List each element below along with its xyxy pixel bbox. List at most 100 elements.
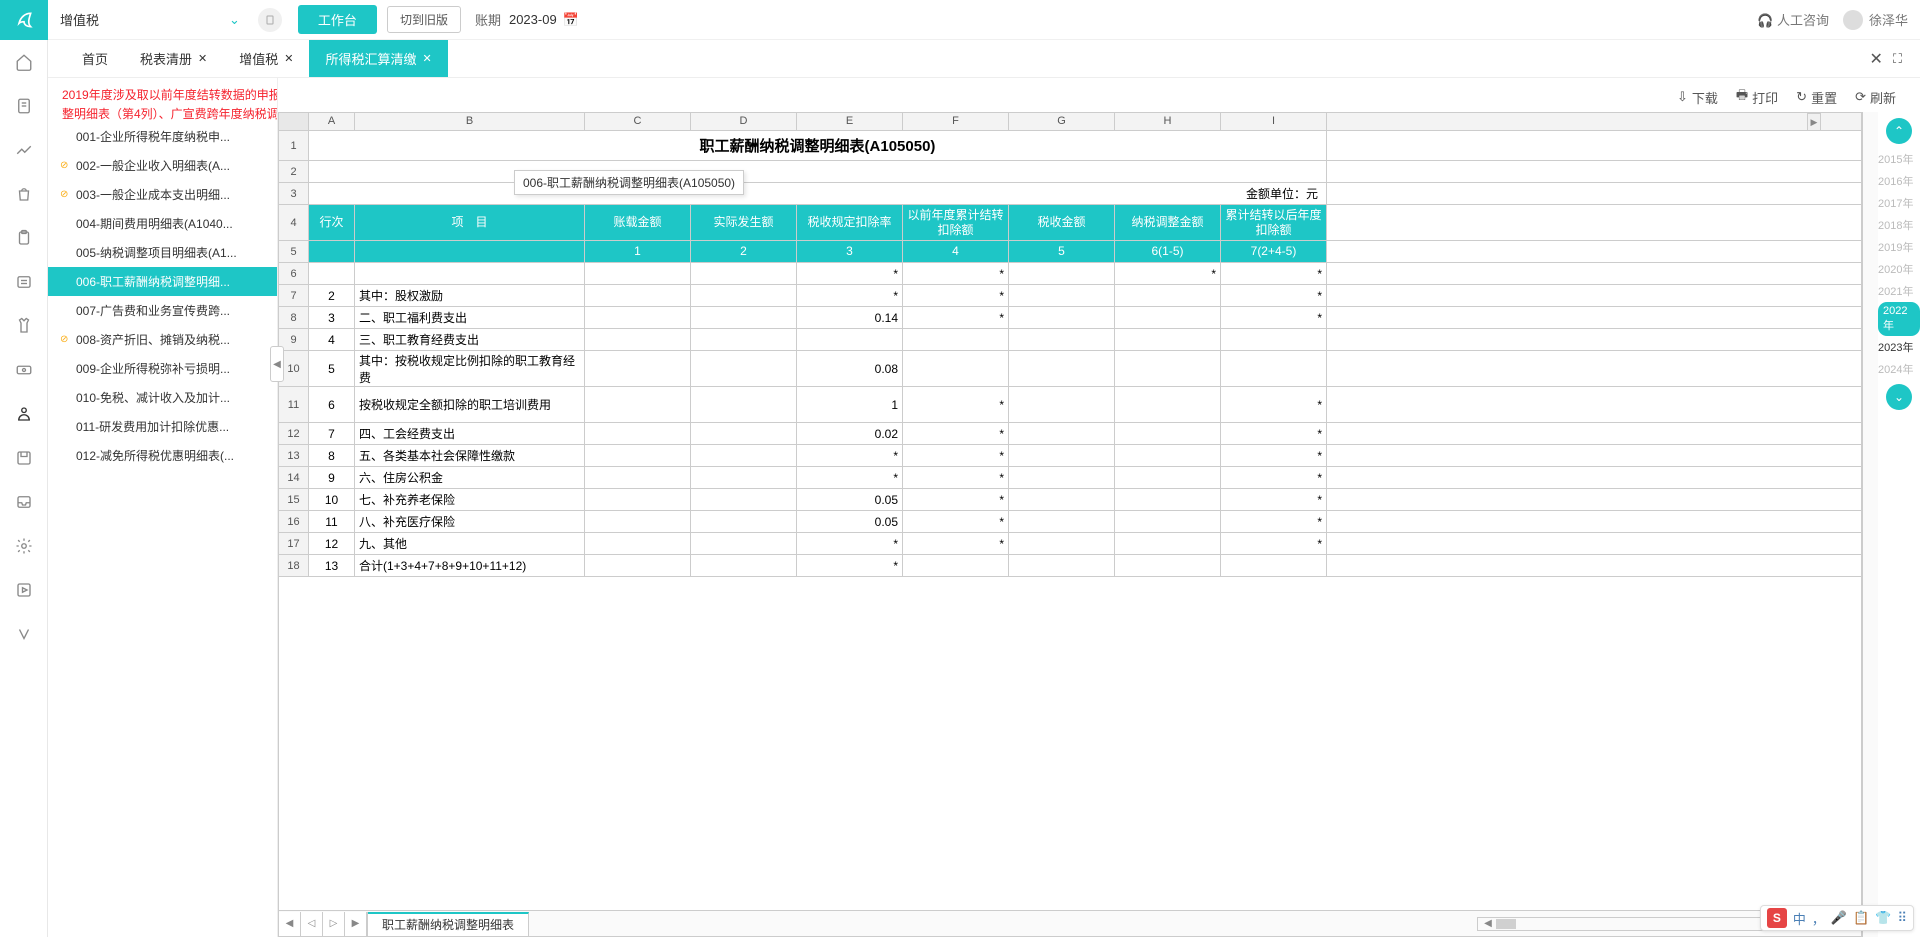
ime-toolbar[interactable]: S 中 ， 🎤 📋 👕 ⠿ (1760, 905, 1914, 931)
ime-mic-icon[interactable]: 🎤 (1831, 910, 1847, 926)
data-cell[interactable]: * (1221, 511, 1327, 532)
data-cell[interactable]: 0.08 (797, 351, 903, 386)
old-version-button[interactable]: 切到旧版 (387, 6, 461, 33)
scroll-left-icon[interactable]: ◀ (1480, 918, 1496, 929)
data-cell[interactable]: * (903, 533, 1009, 554)
col-header-b[interactable]: B (355, 113, 585, 130)
data-cell[interactable] (1115, 329, 1221, 350)
year-item[interactable]: 2023年 (1878, 336, 1920, 358)
nav-doc[interactable] (0, 84, 48, 128)
nav-save[interactable] (0, 436, 48, 480)
data-cell[interactable] (1009, 387, 1115, 422)
row-index[interactable]: 5 (309, 351, 355, 386)
nav-cash[interactable] (0, 348, 48, 392)
row-number[interactable]: 6 (279, 263, 309, 284)
data-cell[interactable] (1009, 263, 1115, 284)
nav-chart[interactable] (0, 128, 48, 172)
tab-所得税汇算清缴[interactable]: 所得税汇算清缴✕ (309, 40, 447, 77)
data-cell[interactable] (691, 467, 797, 488)
round-doc-icon[interactable] (258, 8, 282, 32)
row-number[interactable]: 4 (279, 205, 309, 240)
data-cell[interactable] (1115, 489, 1221, 510)
row-number[interactable]: 8 (279, 307, 309, 328)
col-header-c[interactable]: C (585, 113, 691, 130)
data-cell[interactable]: * (1221, 307, 1327, 328)
data-cell[interactable]: * (903, 263, 1009, 284)
data-cell[interactable] (903, 351, 1009, 386)
data-cell[interactable]: * (797, 263, 903, 284)
data-cell[interactable] (1009, 329, 1115, 350)
data-cell[interactable] (585, 467, 691, 488)
row-item[interactable]: 三、职工教育经费支出 (355, 329, 585, 350)
category-dropdown[interactable]: 增值税 ⌄ (60, 10, 240, 29)
refresh-button[interactable]: ⟳刷新 (1855, 88, 1896, 107)
form-item[interactable]: ⊘008-资产折旧、摊销及纳税... (48, 325, 277, 354)
row-number[interactable]: 15 (279, 489, 309, 510)
row-index[interactable]: 10 (309, 489, 355, 510)
year-item[interactable]: 2020年 (1878, 258, 1920, 280)
row-item[interactable]: 按税收规定全额扣除的职工培训费用 (355, 387, 585, 422)
col-header-h[interactable]: H (1115, 113, 1221, 130)
data-cell[interactable] (691, 387, 797, 422)
data-cell[interactable]: * (797, 555, 903, 576)
data-cell[interactable] (1115, 285, 1221, 306)
row-number[interactable]: 17 (279, 533, 309, 554)
collapse-sidebar-handle[interactable]: ◀ (270, 346, 284, 382)
year-item[interactable]: 2017年 (1878, 192, 1920, 214)
select-all-corner[interactable] (279, 113, 309, 130)
nav-v[interactable] (0, 612, 48, 656)
data-cell[interactable]: * (1221, 445, 1327, 466)
year-item[interactable]: 2022年 (1878, 302, 1920, 336)
row-item[interactable]: 八、补充医疗保险 (355, 511, 585, 532)
data-cell[interactable]: * (1221, 387, 1327, 422)
form-item[interactable]: ⊘007-广告费和业务宣传费跨... (48, 296, 277, 325)
row-number[interactable]: 18 (279, 555, 309, 576)
row-index[interactable]: 9 (309, 467, 355, 488)
data-cell[interactable] (1221, 351, 1327, 386)
data-cell[interactable]: * (903, 467, 1009, 488)
data-cell[interactable] (1221, 329, 1327, 350)
data-cell[interactable] (585, 555, 691, 576)
data-cell[interactable] (691, 555, 797, 576)
data-cell[interactable] (691, 511, 797, 532)
data-cell[interactable] (691, 285, 797, 306)
data-cell[interactable] (691, 329, 797, 350)
data-cell[interactable]: * (903, 423, 1009, 444)
tab-首页[interactable]: 首页 (66, 40, 124, 77)
reset-button[interactable]: ↻重置 (1796, 88, 1837, 107)
data-cell[interactable]: 0.05 (797, 511, 903, 532)
data-cell[interactable] (691, 423, 797, 444)
ime-keyboard-icon[interactable]: 📋 (1853, 910, 1869, 926)
data-cell[interactable] (691, 489, 797, 510)
year-item[interactable]: 2015年 (1878, 148, 1920, 170)
nav-clip[interactable] (0, 216, 48, 260)
col-header-d[interactable]: D (691, 113, 797, 130)
year-item[interactable]: 2024年 (1878, 358, 1920, 380)
row-index[interactable]: 7 (309, 423, 355, 444)
nav-list[interactable] (0, 260, 48, 304)
row-item[interactable] (355, 263, 585, 284)
close-panel-button[interactable]: ✕ (1869, 49, 1882, 69)
data-cell[interactable] (1009, 511, 1115, 532)
data-cell[interactable]: * (797, 445, 903, 466)
data-cell[interactable] (585, 533, 691, 554)
form-item[interactable]: ⊘003-一般企业成本支出明细... (48, 180, 277, 209)
row-item[interactable]: 其中：按税收规定比例扣除的职工教育经费 (355, 351, 585, 386)
form-item[interactable]: ⊘005-纳税调整项目明细表(A1... (48, 238, 277, 267)
data-cell[interactable] (1009, 423, 1115, 444)
data-cell[interactable] (903, 555, 1009, 576)
form-item[interactable]: ⊘011-研发费用加计扣除优惠... (48, 412, 277, 441)
data-cell[interactable]: * (903, 489, 1009, 510)
data-cell[interactable] (1115, 445, 1221, 466)
data-cell[interactable]: * (797, 533, 903, 554)
row-number[interactable]: 11 (279, 387, 309, 422)
data-cell[interactable] (1009, 351, 1115, 386)
row-index[interactable]: 8 (309, 445, 355, 466)
data-cell[interactable] (691, 445, 797, 466)
data-cell[interactable] (585, 489, 691, 510)
data-cell[interactable]: * (1221, 533, 1327, 554)
year-down-button[interactable]: ⌄ (1886, 384, 1912, 410)
data-cell[interactable]: 1 (797, 387, 903, 422)
row-index[interactable]: 4 (309, 329, 355, 350)
row-number[interactable]: 7 (279, 285, 309, 306)
